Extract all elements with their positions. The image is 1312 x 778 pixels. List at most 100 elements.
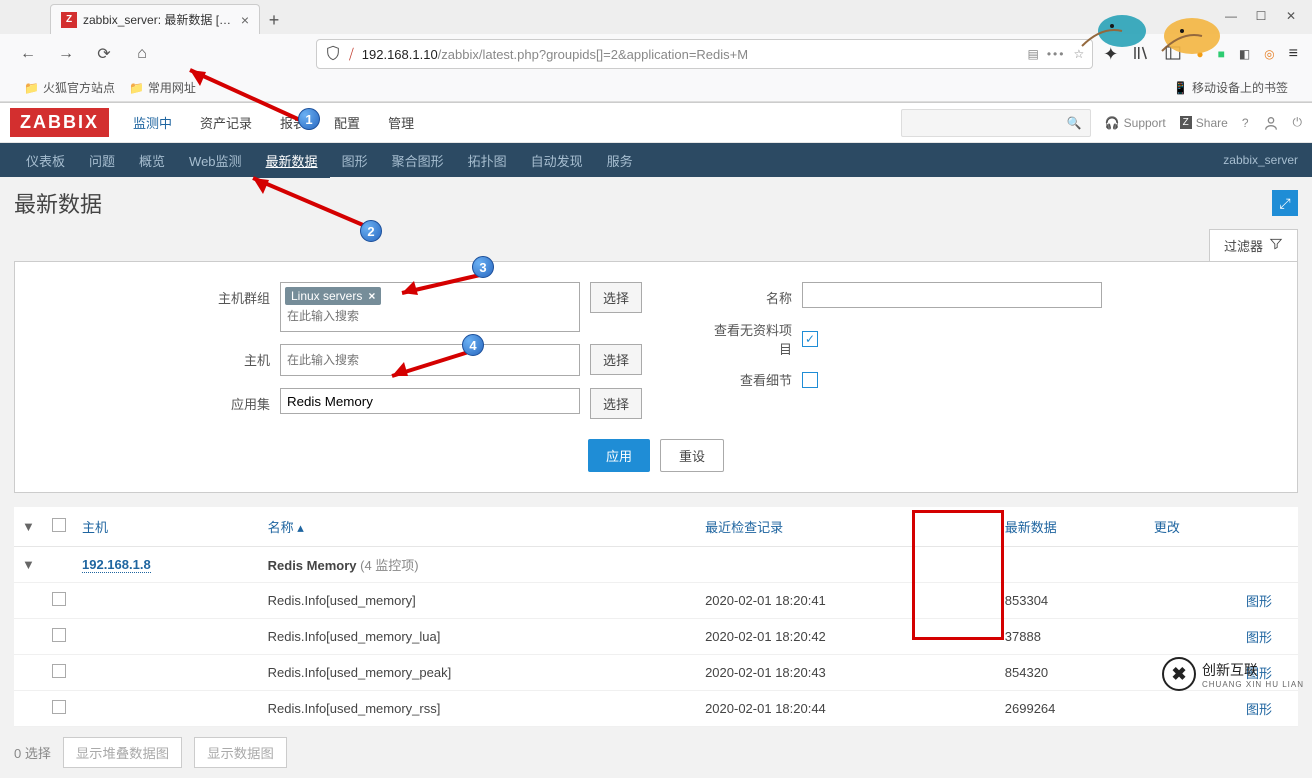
filter-toggle[interactable]: 过滤器 bbox=[1209, 229, 1298, 261]
col-name[interactable]: 名称 bbox=[260, 507, 697, 547]
show-details-label: 查看细节 bbox=[702, 370, 792, 389]
show-without-data-checkbox[interactable]: ✓ bbox=[802, 331, 818, 347]
col-lastcheck[interactable]: 最近检查记录 bbox=[697, 507, 997, 547]
item-value: 854320 bbox=[997, 655, 1146, 691]
headset-icon: 🎧 bbox=[1105, 116, 1120, 130]
folder-icon: 📁 bbox=[129, 81, 144, 95]
page-title: 最新数据 bbox=[14, 187, 102, 219]
appset-field: 应用集 选择 bbox=[210, 388, 642, 419]
host-search-input[interactable] bbox=[285, 349, 575, 371]
subnav-maps[interactable]: 拓扑图 bbox=[456, 143, 519, 178]
row-checkbox[interactable] bbox=[52, 628, 66, 642]
appset-input[interactable] bbox=[280, 388, 580, 414]
subnav-overview[interactable]: 概览 bbox=[127, 143, 177, 178]
subnav-screens[interactable]: 聚合图形 bbox=[380, 143, 456, 178]
favicon-icon: Z bbox=[61, 12, 77, 28]
fullscreen-button[interactable]: ⤢ bbox=[1272, 190, 1298, 216]
bookmark-label: 移动设备上的书签 bbox=[1192, 79, 1288, 96]
search-input[interactable] bbox=[910, 116, 1067, 130]
group-name: Redis Memory bbox=[268, 558, 357, 573]
row-checkbox[interactable] bbox=[52, 592, 66, 606]
user-icon[interactable] bbox=[1263, 115, 1279, 131]
reload-button[interactable]: ⟳ bbox=[90, 40, 118, 68]
nav-admin[interactable]: 管理 bbox=[384, 103, 418, 142]
subnav-problems[interactable]: 问题 bbox=[77, 143, 127, 178]
col-host[interactable]: 主机 bbox=[74, 507, 260, 547]
browser-tab[interactable]: Z zabbix_server: 最新数据 [每30 × bbox=[50, 4, 260, 34]
show-without-data-row: 查看无资料项目 ✓ bbox=[702, 320, 1102, 358]
subnav-discovery[interactable]: 自动发现 bbox=[519, 143, 595, 178]
item-time: 2020-02-01 18:20:43 bbox=[697, 655, 997, 691]
more-icon[interactable]: ••• bbox=[1047, 47, 1066, 61]
bookmark-label: 火狐官方站点 bbox=[43, 79, 115, 96]
host-select-button[interactable]: 选择 bbox=[590, 344, 642, 375]
reset-button[interactable]: 重设 bbox=[660, 439, 724, 472]
graph-button[interactable]: 显示数据图 bbox=[194, 737, 287, 768]
url-bar[interactable]: ⧸ 192.168.1.10/zabbix/latest.php?groupid… bbox=[316, 39, 1093, 69]
col-lastvalue[interactable]: 最新数据 bbox=[997, 507, 1146, 547]
help-icon[interactable]: ? bbox=[1242, 116, 1249, 130]
nav-monitoring[interactable]: 监测中 bbox=[129, 103, 176, 142]
row-checkbox[interactable] bbox=[52, 664, 66, 678]
table-row: Redis.Info[used_memory_rss]2020-02-01 18… bbox=[14, 691, 1298, 727]
data-table: ▼ 主机 名称 最近检查记录 最新数据 更改 ▼ 192.168.1.8 Red… bbox=[14, 507, 1298, 727]
collapse-group[interactable]: ▼ bbox=[14, 547, 44, 583]
select-all[interactable] bbox=[44, 507, 74, 547]
host-multiselect[interactable] bbox=[280, 344, 580, 376]
stacked-graph-button[interactable]: 显示堆叠数据图 bbox=[63, 737, 182, 768]
item-value: 853304 bbox=[997, 583, 1146, 619]
footer-actions: 0 选择 显示堆叠数据图 显示数据图 bbox=[0, 727, 1312, 778]
row-checkbox[interactable] bbox=[52, 700, 66, 714]
hostgroup-search-input[interactable] bbox=[285, 305, 575, 327]
appset-select-button[interactable]: 选择 bbox=[590, 388, 642, 419]
hostgroup-select-button[interactable]: 选择 bbox=[590, 282, 642, 313]
graph-link[interactable]: 图形 bbox=[1246, 594, 1272, 609]
item-value: 37888 bbox=[997, 619, 1146, 655]
zabbix-logo[interactable]: ZABBIX bbox=[10, 108, 109, 137]
expand-all[interactable]: ▼ bbox=[14, 507, 44, 547]
share-label: Share bbox=[1196, 116, 1228, 130]
subnav-graphs[interactable]: 图形 bbox=[330, 143, 380, 178]
watermark-icon: ✖ bbox=[1162, 657, 1196, 691]
reader-icon[interactable]: ▤ bbox=[1028, 47, 1039, 61]
bookmark-bar: 📁 火狐官方站点 📁 常用网址 📱 移动设备上的书签 bbox=[0, 74, 1312, 102]
filter-tab-row: 过滤器 bbox=[0, 229, 1312, 261]
tab-close[interactable]: × bbox=[241, 12, 249, 28]
watermark-brand: 创新互联 bbox=[1202, 660, 1304, 680]
bookmark-folder-2[interactable]: 📁 常用网址 bbox=[129, 79, 196, 96]
nav-inventory[interactable]: 资产记录 bbox=[196, 103, 256, 142]
item-name: Redis.Info[used_memory_rss] bbox=[260, 691, 697, 727]
subnav-web[interactable]: Web监测 bbox=[177, 143, 254, 178]
global-search[interactable]: 🔍 bbox=[901, 109, 1091, 137]
subnav-latest[interactable]: 最新数据 bbox=[254, 143, 330, 178]
graph-link[interactable]: 图形 bbox=[1246, 702, 1272, 717]
item-time: 2020-02-01 18:20:42 bbox=[697, 619, 997, 655]
graph-link[interactable]: 图形 bbox=[1246, 630, 1272, 645]
col-change[interactable]: 更改 bbox=[1146, 507, 1238, 547]
tag-text: Linux servers bbox=[291, 289, 362, 303]
nav-config[interactable]: 配置 bbox=[330, 103, 364, 142]
forward-button[interactable]: → bbox=[52, 40, 80, 68]
subnav-services[interactable]: 服务 bbox=[595, 143, 645, 178]
home-button[interactable]: ⌂ bbox=[128, 40, 156, 68]
tag-remove-icon[interactable]: × bbox=[368, 289, 375, 303]
menu-icon[interactable]: ≡ bbox=[1289, 45, 1298, 63]
name-input[interactable] bbox=[802, 282, 1102, 308]
host-link[interactable]: 192.168.1.8 bbox=[82, 557, 151, 573]
subnav-dashboard[interactable]: 仪表板 bbox=[14, 143, 77, 178]
logout-icon[interactable]: ⏻ bbox=[1293, 115, 1303, 130]
hostgroup-multiselect[interactable]: Linux servers × bbox=[280, 282, 580, 332]
folder-icon: 📁 bbox=[24, 81, 39, 95]
back-button[interactable]: ← bbox=[14, 40, 42, 68]
mobile-bookmarks[interactable]: 📱 移动设备上的书签 bbox=[1173, 79, 1288, 96]
search-icon[interactable]: 🔍 bbox=[1067, 116, 1082, 130]
share-link[interactable]: Z Share bbox=[1180, 116, 1228, 130]
show-details-checkbox[interactable]: ✓ bbox=[802, 372, 818, 388]
new-tab-button[interactable]: + bbox=[260, 6, 288, 34]
bookmark-folder-1[interactable]: 📁 火狐官方站点 bbox=[24, 79, 115, 96]
support-link[interactable]: 🎧 Support bbox=[1105, 116, 1166, 130]
apply-button[interactable]: 应用 bbox=[588, 439, 650, 472]
sub-nav: 仪表板 问题 概览 Web监测 最新数据 图形 聚合图形 拓扑图 自动发现 服务… bbox=[0, 143, 1312, 177]
nav-reports[interactable]: 报表 bbox=[276, 103, 310, 142]
watermark-sub: CHUANG XIN HU LIAN bbox=[1202, 680, 1304, 689]
